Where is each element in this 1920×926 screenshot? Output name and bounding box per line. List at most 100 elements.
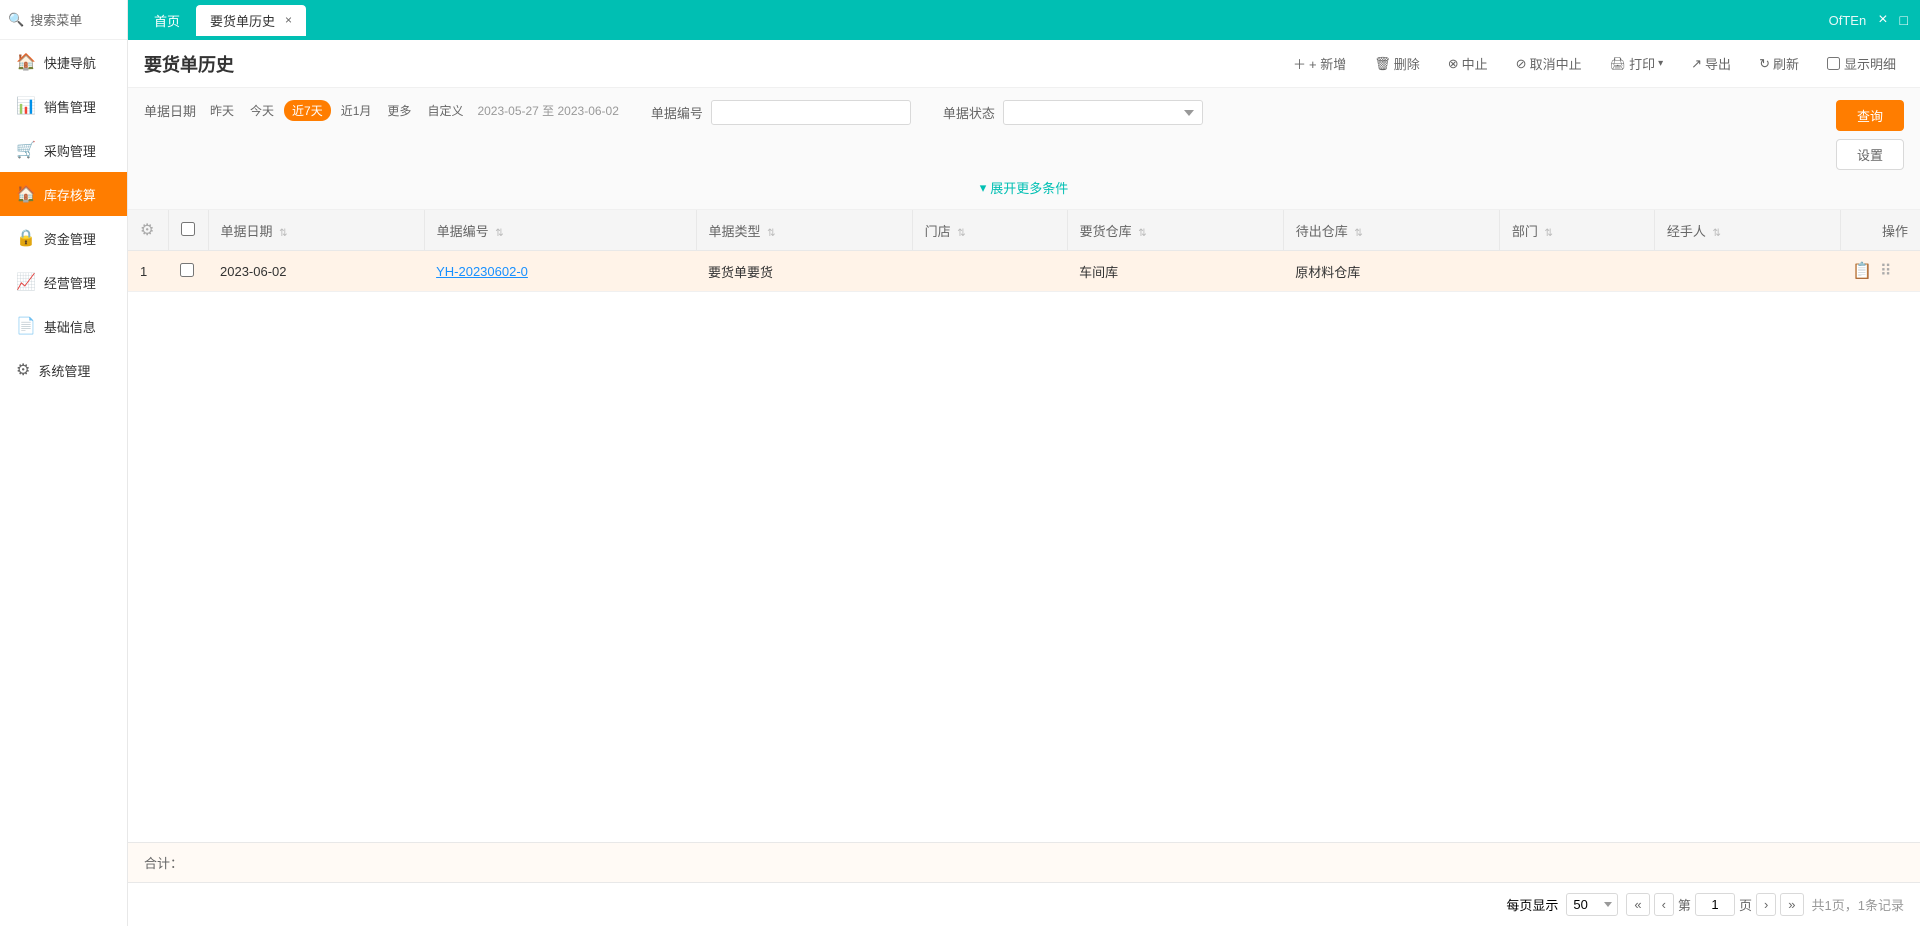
- cancel-stop-button[interactable]: ⊘ 取消中止: [1508, 50, 1590, 77]
- col-actions-label: 操作: [1882, 224, 1908, 239]
- sort-store-icon[interactable]: ⇅: [957, 228, 965, 239]
- sidebar-item-label: 库存核算: [44, 185, 96, 204]
- last-page-button[interactable]: »: [1780, 893, 1803, 916]
- sort-department-icon[interactable]: ⇅: [1544, 228, 1552, 239]
- prev-page-button[interactable]: ‹: [1654, 893, 1674, 916]
- sidebar-item-label: 采购管理: [44, 141, 96, 160]
- next-page-button[interactable]: ›: [1756, 893, 1776, 916]
- sidebar-item-label: 经营管理: [44, 273, 96, 292]
- export-label: 导出: [1705, 54, 1731, 73]
- sort-handler-icon[interactable]: ⇅: [1713, 228, 1721, 239]
- sidebar-item-operations[interactable]: 📈 经营管理: [0, 260, 127, 304]
- th-handler: 经手人 ⇅: [1654, 210, 1840, 251]
- expand-icon: ▾: [980, 180, 987, 196]
- sort-order-type-icon[interactable]: ⇅: [767, 228, 775, 239]
- sidebar-search[interactable]: 🔍 搜索菜单: [0, 0, 127, 40]
- th-settings: ⚙: [128, 210, 168, 251]
- page-number-input[interactable]: [1695, 893, 1735, 916]
- new-icon: ＋: [1293, 54, 1306, 73]
- topbar-close-icon[interactable]: ×: [1878, 11, 1887, 29]
- sidebar-item-basic-info[interactable]: 📄 基础信息: [0, 304, 127, 348]
- row-edit-icon[interactable]: 📋: [1852, 261, 1872, 281]
- cancel-stop-label: 取消中止: [1530, 54, 1582, 73]
- order-number-filter-group: 单据编号: [651, 100, 911, 125]
- sidebar-item-label: 资金管理: [44, 229, 96, 248]
- sidebar-item-finance[interactable]: 🔒 资金管理: [0, 216, 127, 260]
- date-btn-last1month[interactable]: 近1月: [335, 100, 378, 121]
- first-page-button[interactable]: «: [1626, 893, 1649, 916]
- cell-handler: [1654, 251, 1840, 292]
- export-icon: ↗: [1691, 56, 1702, 72]
- export-button[interactable]: ↗ 导出: [1683, 50, 1739, 77]
- sidebar-item-system[interactable]: ⚙ 系统管理: [0, 348, 127, 392]
- row-checkbox[interactable]: [180, 263, 194, 277]
- pagination: 每页显示 50 20 100 200 « ‹ 第 页 › » 共1页，1条记录: [128, 882, 1920, 926]
- expand-more-button[interactable]: ▾ 展开更多条件: [144, 178, 1904, 197]
- order-number-input[interactable]: [711, 100, 911, 125]
- new-button[interactable]: ＋ + 新增: [1285, 50, 1354, 77]
- date-btn-more[interactable]: 更多: [381, 100, 417, 121]
- print-button[interactable]: 🖨 打印 ▾: [1602, 50, 1672, 77]
- cell-order-type: 要货单要货: [696, 251, 912, 292]
- filter-action-buttons: 查询 设置: [1836, 100, 1904, 170]
- inventory-icon: 🏠: [16, 184, 36, 204]
- cell-order-no[interactable]: YH-20230602-0: [424, 251, 696, 292]
- topbar-right: OfTEn × □: [1829, 11, 1908, 29]
- date-filter-buttons: 昨天 今天 近7天 近1月 更多 自定义: [204, 100, 469, 121]
- sidebar-item-purchase[interactable]: 🛒 采购管理: [0, 128, 127, 172]
- page-size-label: 每页显示: [1506, 895, 1558, 914]
- row-action-icons: 📋 ⠿: [1852, 261, 1908, 281]
- query-button[interactable]: 查询: [1836, 100, 1904, 131]
- table-settings-icon[interactable]: ⚙: [140, 222, 154, 239]
- col-req-warehouse-label: 要货仓库: [1080, 224, 1132, 239]
- stop-icon: ⊗: [1448, 56, 1459, 72]
- th-store: 门店 ⇅: [912, 210, 1067, 251]
- table-body: 1 2023-06-02 YH-20230602-0 要货单要货 车间库 原材料…: [128, 251, 1920, 292]
- delete-icon: 🗑: [1374, 56, 1391, 72]
- delete-button[interactable]: 🗑 删除: [1366, 50, 1428, 77]
- display-detail-checkbox[interactable]: [1827, 57, 1840, 70]
- new-label: + 新增: [1309, 54, 1346, 73]
- cell-checkbox: [168, 251, 208, 292]
- th-req-warehouse: 要货仓库 ⇅: [1067, 210, 1283, 251]
- date-filter-group: 单据日期 昨天 今天 近7天 近1月 更多 自定义 2023-05-27 至 2…: [144, 100, 619, 121]
- display-detail-label: 显示明细: [1844, 54, 1896, 73]
- date-filter-label: 单据日期: [144, 101, 196, 120]
- sidebar: 🔍 搜索菜单 🏠 快捷导航 📊 销售管理 🛒 采购管理 🏠 库存核算 🔒 资金管…: [0, 0, 128, 926]
- sort-date-icon[interactable]: ⇅: [279, 228, 287, 239]
- date-btn-last7days[interactable]: 近7天: [284, 100, 331, 121]
- sidebar-item-quick-nav[interactable]: 🏠 快捷导航: [0, 40, 127, 84]
- sort-req-warehouse-icon[interactable]: ⇅: [1138, 228, 1146, 239]
- pagination-info: 共1页，1条记录: [1812, 895, 1904, 914]
- date-btn-yesterday[interactable]: 昨天: [204, 100, 240, 121]
- order-no-link[interactable]: YH-20230602-0: [436, 264, 528, 279]
- row-more-icon[interactable]: ⠿: [1880, 261, 1892, 281]
- table-row: 1 2023-06-02 YH-20230602-0 要货单要货 车间库 原材料…: [128, 251, 1920, 292]
- lock-icon: 🔒: [16, 228, 36, 248]
- sidebar-item-label: 系统管理: [38, 361, 90, 380]
- select-all-checkbox[interactable]: [181, 222, 195, 236]
- date-btn-custom[interactable]: 自定义: [421, 100, 469, 121]
- refresh-button[interactable]: ↻ 刷新: [1751, 50, 1807, 77]
- cell-date: 2023-06-02: [208, 251, 424, 292]
- tab-close-icon[interactable]: ×: [285, 13, 292, 27]
- order-number-label: 单据编号: [651, 103, 703, 122]
- th-checkbox: [168, 210, 208, 251]
- th-order-type: 单据类型 ⇅: [696, 210, 912, 251]
- filter-settings-button[interactable]: 设置: [1836, 139, 1904, 170]
- cell-pending-warehouse: 原材料仓库: [1283, 251, 1499, 292]
- sort-pending-warehouse-icon[interactable]: ⇅: [1354, 228, 1362, 239]
- page-size-select[interactable]: 50 20 100 200: [1566, 893, 1618, 916]
- status-select[interactable]: [1003, 100, 1203, 125]
- sidebar-item-sales[interactable]: 📊 销售管理: [0, 84, 127, 128]
- tab-requisition-history[interactable]: 要货单历史 ×: [196, 5, 306, 36]
- display-detail-button[interactable]: 显示明细: [1819, 50, 1904, 77]
- col-store-label: 门店: [925, 224, 951, 239]
- stop-button[interactable]: ⊗ 中止: [1440, 50, 1496, 77]
- date-btn-today[interactable]: 今天: [244, 100, 280, 121]
- tab-home[interactable]: 首页: [140, 5, 194, 36]
- col-department-label: 部门: [1512, 224, 1538, 239]
- sidebar-item-inventory[interactable]: 🏠 库存核算: [0, 172, 127, 216]
- topbar-minimize-icon[interactable]: □: [1900, 12, 1908, 28]
- sort-order-no-icon[interactable]: ⇅: [495, 228, 503, 239]
